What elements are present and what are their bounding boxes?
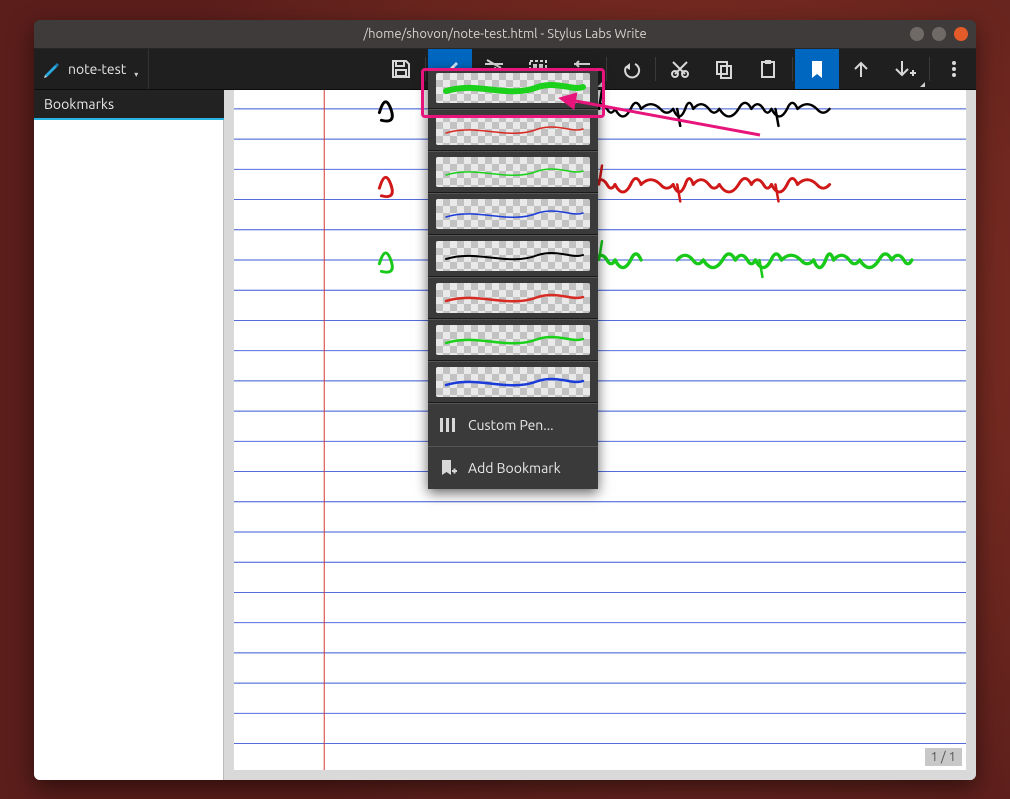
pen-swatch-red-thin[interactable] [428, 109, 598, 151]
pen-swatch-black-med[interactable] [428, 235, 598, 277]
save-button[interactable] [379, 49, 423, 89]
next-page-button[interactable] [883, 49, 927, 89]
dropdown-indicator-icon [920, 82, 925, 87]
copy-icon [713, 58, 735, 80]
undo-icon [620, 58, 642, 80]
note-drawing [234, 90, 966, 770]
window-close-button[interactable] [954, 27, 968, 41]
paste-button[interactable] [746, 49, 790, 89]
canvas-area: 1 / 1 [224, 90, 976, 780]
window-title: /home/shovon/note-test.html - Stylus Lab… [363, 27, 646, 41]
overflow-menu-button[interactable] [932, 49, 976, 89]
undo-button[interactable] [609, 49, 653, 89]
add-bookmark-label: Add Bookmark [468, 460, 561, 476]
pen-swatch-green-thick[interactable] [428, 68, 598, 109]
bookmarks-sidebar: Bookmarks [34, 90, 224, 780]
sidebar-header: Bookmarks [34, 90, 224, 120]
page-indicator: 1 / 1 [925, 748, 962, 766]
bookmarks-list[interactable] [34, 120, 224, 780]
pen-swatch-green-med[interactable] [428, 319, 598, 361]
paste-icon [757, 58, 779, 80]
bookmark-add-icon [438, 458, 458, 478]
arrow-up-icon [850, 58, 872, 80]
pen-swatch-red-med[interactable] [428, 277, 598, 319]
pen-swatch-blue-thin[interactable] [428, 193, 598, 235]
more-vertical-icon [943, 58, 965, 80]
window-maximize-button[interactable] [932, 27, 946, 41]
titlebar[interactable]: /home/shovon/note-test.html - Stylus Lab… [34, 20, 976, 49]
pencil-icon [42, 59, 62, 79]
bookmark-icon [806, 58, 828, 80]
copy-button[interactable] [702, 49, 746, 89]
document-tab-label: note-test [68, 61, 126, 77]
note-page[interactable] [234, 90, 966, 770]
cut-icon [669, 58, 691, 80]
bookmark-button[interactable] [795, 49, 839, 89]
pens-icon [438, 415, 458, 435]
window-minimize-button[interactable] [910, 27, 924, 41]
save-icon [390, 58, 412, 80]
cut-button[interactable] [658, 49, 702, 89]
chevron-down-icon: ▾ [134, 70, 138, 79]
pen-swatch-green-thin[interactable] [428, 151, 598, 193]
pen-dropdown-menu: Custom Pen... Add Bookmark [428, 68, 598, 489]
document-tab[interactable]: note-test ▾ [34, 49, 149, 89]
custom-pen-label: Custom Pen... [468, 417, 554, 433]
pen-swatch-blue-med[interactable] [428, 361, 598, 403]
arrow-down-plus-icon [893, 58, 917, 80]
custom-pen-menu-item[interactable]: Custom Pen... [428, 403, 598, 446]
add-bookmark-menu-item[interactable]: Add Bookmark [428, 446, 598, 489]
previous-page-button[interactable] [839, 49, 883, 89]
